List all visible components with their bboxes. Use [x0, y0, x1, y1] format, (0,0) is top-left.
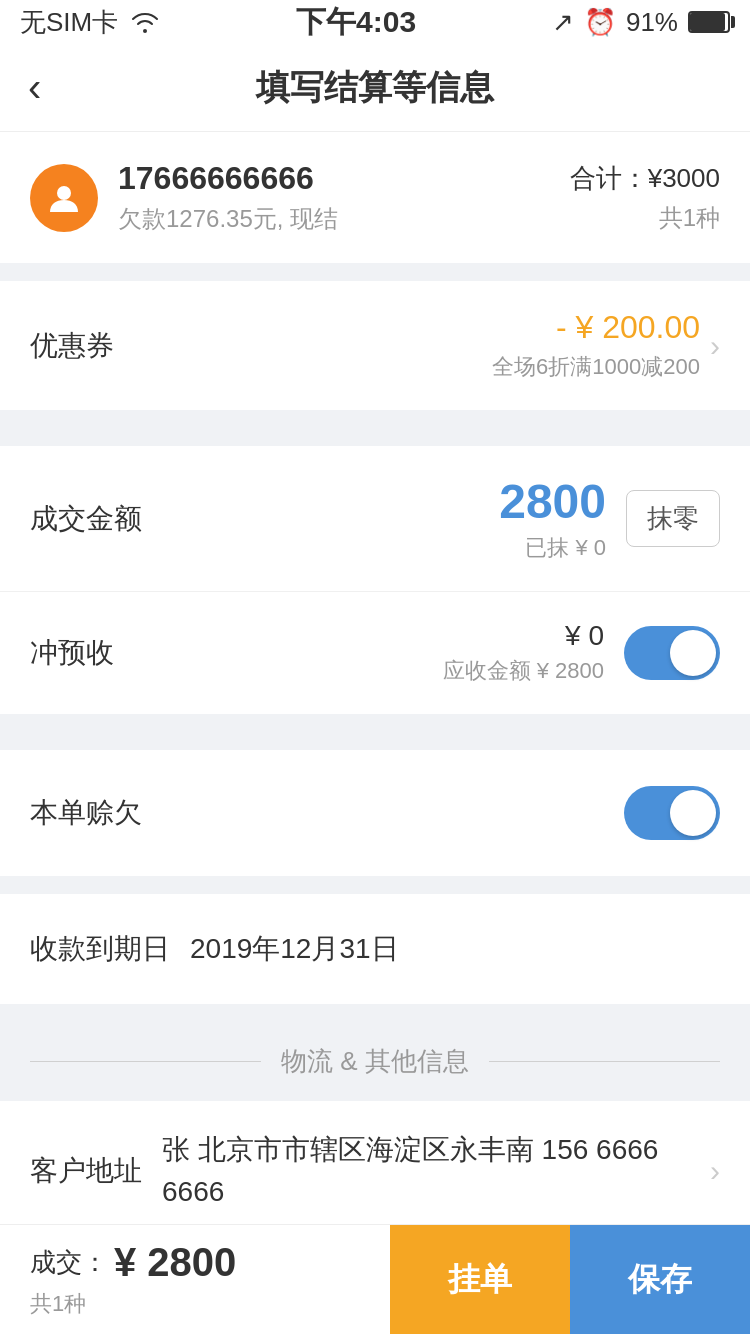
- status-right: ↗ ⏰ 91%: [552, 7, 730, 38]
- logistics-line-right: [489, 1061, 720, 1062]
- overdue-toggle[interactable]: [624, 786, 720, 840]
- toggle-knob: [670, 630, 716, 676]
- bottom-transaction-label: 成交：: [30, 1245, 108, 1280]
- predeposit-amount: ¥ 0: [443, 620, 604, 652]
- chevron-right-icon: ›: [710, 329, 720, 363]
- bottom-bar: 成交： ¥ 2800 共1种 挂单 保存: [0, 1224, 750, 1334]
- predeposit-row: 冲预收 ¥ 0 应收金额 ¥ 2800: [0, 591, 750, 714]
- duedate-value: 2019年12月31日: [190, 930, 399, 968]
- customer-phone: 17666666666: [118, 160, 338, 197]
- pending-button[interactable]: 挂单: [390, 1225, 570, 1335]
- predeposit-sub: 应收金额 ¥ 2800: [443, 656, 604, 686]
- page-title: 填写结算等信息: [256, 65, 494, 111]
- customer-sub: 欠款1276.35元, 现结: [118, 203, 338, 235]
- address-chevron-icon: ›: [710, 1154, 720, 1188]
- status-time: 下午4:03: [296, 2, 416, 43]
- svg-point-0: [57, 186, 71, 200]
- coupon-amount: - ¥ 200.00: [492, 309, 700, 346]
- transaction-section: 成交金额 2800 已抹 ¥ 0 抹零 冲预收 ¥ 0 应收金额 ¥ 2800: [0, 446, 750, 714]
- content: 17666666666 欠款1276.35元, 现结 合计：¥3000 共1种 …: [0, 132, 750, 1334]
- address-label: 客户地址: [30, 1152, 142, 1190]
- bottom-transaction-amount: ¥ 2800: [114, 1240, 236, 1285]
- amount-value-block: 2800 已抹 ¥ 0: [499, 474, 606, 563]
- coupon-desc: 全场6折满1000减200: [492, 352, 700, 382]
- wifi-icon: [130, 11, 160, 33]
- transaction-sub: 已抹 ¥ 0: [499, 533, 606, 563]
- total-count: 共1种: [570, 202, 720, 234]
- status-left: 无SIM卡: [20, 5, 160, 40]
- predeposit-toggle[interactable]: [624, 626, 720, 680]
- avatar: [30, 164, 98, 232]
- amount-row: 成交金额 2800 已抹 ¥ 0 抹零: [0, 446, 750, 591]
- save-button[interactable]: 保存: [570, 1225, 750, 1335]
- status-bar: 无SIM卡 下午4:03 ↗ ⏰ 91%: [0, 0, 750, 44]
- coupon-section: 优惠券 - ¥ 200.00 全场6折满1000减200 ›: [0, 281, 750, 410]
- back-button[interactable]: ‹: [28, 65, 41, 110]
- battery-percent: 91%: [626, 7, 678, 38]
- coupon-row[interactable]: 优惠券 - ¥ 200.00 全场6折满1000减200 ›: [0, 281, 750, 410]
- overdue-label: 本单赊欠: [30, 794, 142, 832]
- address-value: 张 北京市市辖区海淀区永丰南 156 6666 6666: [162, 1129, 680, 1213]
- customer-left: 17666666666 欠款1276.35元, 现结: [30, 160, 338, 235]
- customer-right: 合计：¥3000 共1种: [570, 161, 720, 234]
- transaction-amount: 2800: [499, 474, 606, 529]
- duedate-label: 收款到期日: [30, 930, 170, 968]
- customer-card: 17666666666 欠款1276.35元, 现结 合计：¥3000 共1种: [0, 132, 750, 263]
- logistics-line-left: [30, 1061, 261, 1062]
- predeposit-right: ¥ 0 应收金额 ¥ 2800: [443, 620, 720, 686]
- divider-2: [0, 732, 750, 750]
- customer-info: 17666666666 欠款1276.35元, 现结: [118, 160, 338, 235]
- bottom-transaction-row: 成交： ¥ 2800: [30, 1240, 360, 1285]
- duedate-row: 收款到期日 2019年12月31日: [0, 894, 750, 1004]
- alarm-icon: ⏰: [584, 7, 616, 38]
- logistics-divider: 物流 & 其他信息: [0, 1022, 750, 1101]
- predeposit-label: 冲预收: [30, 634, 114, 672]
- overdue-toggle-knob: [670, 790, 716, 836]
- overdue-row: 本单赊欠: [0, 750, 750, 876]
- round-zero-button[interactable]: 抹零: [626, 490, 720, 547]
- amount-right: 2800 已抹 ¥ 0 抹零: [499, 474, 720, 563]
- divider-1: [0, 428, 750, 446]
- total-label: 合计：¥3000: [570, 161, 720, 196]
- coupon-label: 优惠券: [30, 327, 114, 365]
- location-icon: ↗: [552, 7, 574, 38]
- coupon-right: - ¥ 200.00 全场6折满1000减200: [492, 309, 700, 382]
- bottom-summary: 成交： ¥ 2800 共1种: [0, 1240, 390, 1319]
- battery-icon: [688, 11, 730, 33]
- nav-bar: ‹ 填写结算等信息: [0, 44, 750, 132]
- carrier-text: 无SIM卡: [20, 5, 118, 40]
- address-row[interactable]: 客户地址 张 北京市市辖区海淀区永丰南 156 6666 6666 ›: [0, 1101, 750, 1241]
- bottom-count: 共1种: [30, 1289, 360, 1319]
- transaction-label: 成交金额: [30, 500, 142, 538]
- logistics-label: 物流 & 其他信息: [281, 1044, 469, 1079]
- predeposit-value-block: ¥ 0 应收金额 ¥ 2800: [443, 620, 604, 686]
